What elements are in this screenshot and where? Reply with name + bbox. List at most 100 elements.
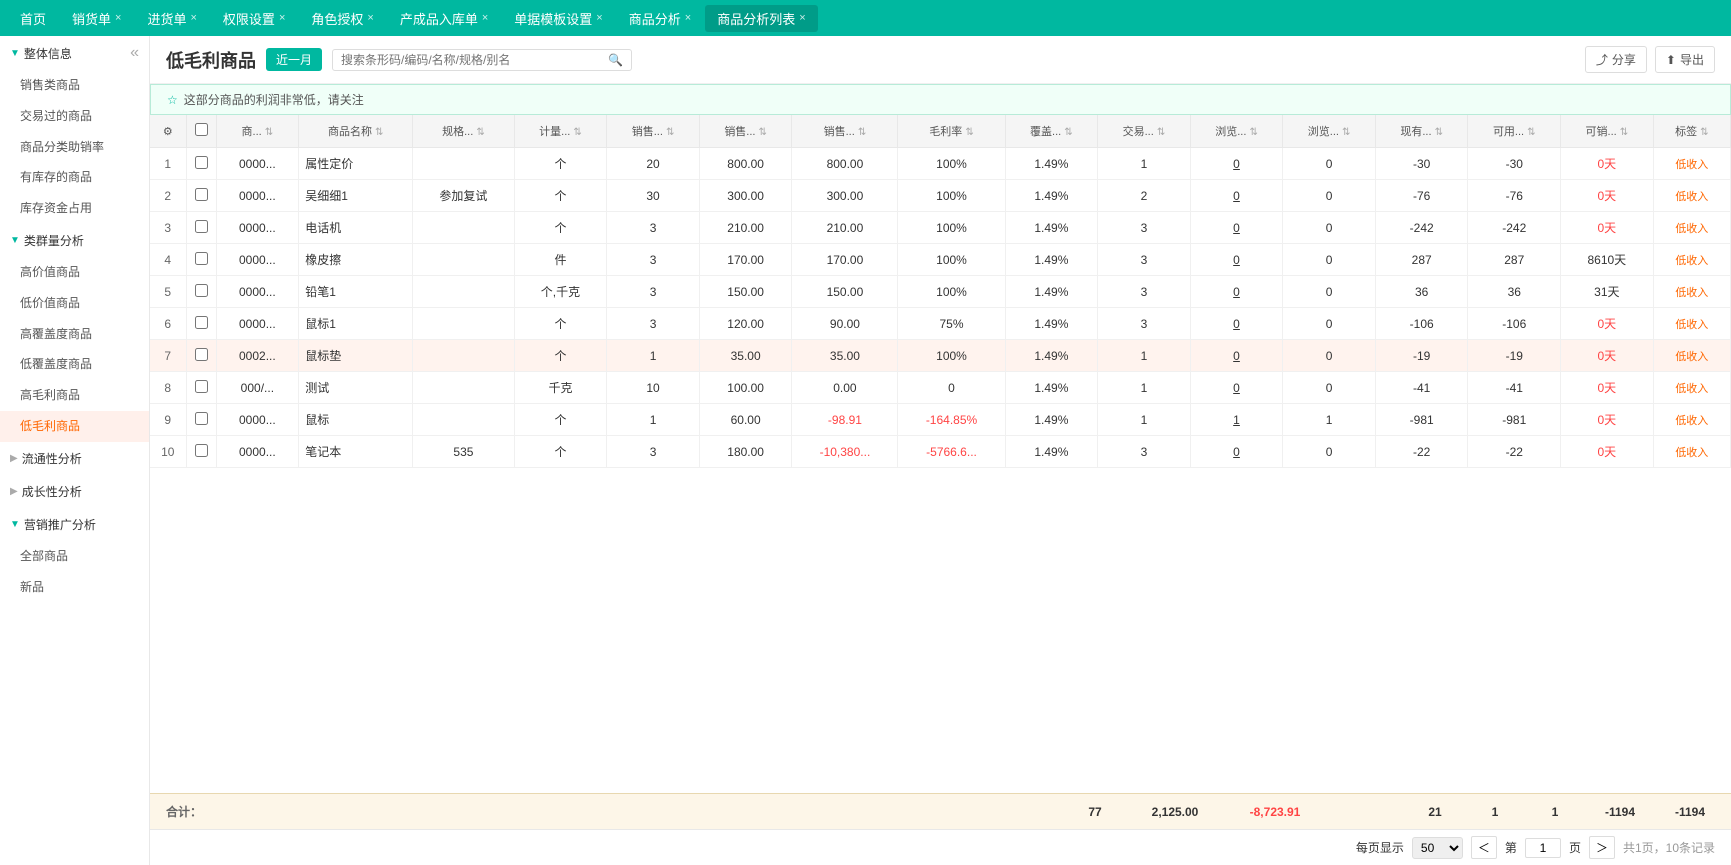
row-name[interactable]: 橡皮擦 xyxy=(299,244,413,276)
row-checkbox[interactable] xyxy=(195,444,208,457)
row-checkbox-cell[interactable] xyxy=(186,212,216,244)
date-filter-button[interactable]: 近一月 xyxy=(266,48,322,71)
nav-close-product-analysis-list[interactable]: × xyxy=(799,12,805,24)
row-browse1[interactable]: 0 xyxy=(1190,244,1283,276)
sidebar-item-category-sales-rate[interactable]: 商品分类助销率 xyxy=(0,132,149,163)
nav-item-product-analysis-list[interactable]: 商品分析列表 × xyxy=(705,5,817,32)
sidebar-item-high-value[interactable]: 高价值商品 xyxy=(0,257,149,288)
search-icon[interactable]: 🔍 xyxy=(608,53,623,67)
col-gross-rate[interactable]: 毛利率 ⇅ xyxy=(898,115,1005,148)
next-page-button[interactable]: ＞ xyxy=(1589,836,1615,859)
row-browse1[interactable]: 0 xyxy=(1190,180,1283,212)
nav-item-roles[interactable]: 角色授权 × xyxy=(299,5,385,32)
row-checkbox[interactable] xyxy=(195,316,208,329)
col-settings[interactable]: ⚙ xyxy=(150,115,186,148)
col-browse1[interactable]: 浏览... ⇅ xyxy=(1190,115,1283,148)
row-name[interactable]: 电话机 xyxy=(299,212,413,244)
row-checkbox-cell[interactable] xyxy=(186,372,216,404)
sidebar-item-all-products[interactable]: 全部商品 xyxy=(0,541,149,572)
col-coverage[interactable]: 覆盖... ⇅ xyxy=(1005,115,1098,148)
col-transaction[interactable]: 交易... ⇅ xyxy=(1098,115,1191,148)
col-browse2[interactable]: 浏览... ⇅ xyxy=(1283,115,1376,148)
sidebar-item-new-products[interactable]: 新品 xyxy=(0,572,149,603)
col-sales-price[interactable]: 销售... ⇅ xyxy=(699,115,792,148)
share-button[interactable]: ⤴ 分享 xyxy=(1585,46,1647,73)
nav-item-template[interactable]: 单据模板设置 × xyxy=(502,5,614,32)
sidebar-item-inventory-capital[interactable]: 库存资金占用 xyxy=(0,193,149,224)
sidebar-item-high-coverage[interactable]: 高覆盖度商品 xyxy=(0,319,149,350)
sidebar-group-header-cluster[interactable]: ▼ 类群量分析 xyxy=(0,224,149,257)
col-sellable[interactable]: 可销... ⇅ xyxy=(1561,115,1654,148)
col-name[interactable]: 商品名称 ⇅ xyxy=(299,115,413,148)
col-current[interactable]: 现有... ⇅ xyxy=(1375,115,1468,148)
row-browse1[interactable]: 0 xyxy=(1190,372,1283,404)
row-name[interactable]: 鼠标1 xyxy=(299,308,413,340)
nav-item-product-entry[interactable]: 产成品入库单 × xyxy=(388,5,500,32)
sidebar-item-high-margin[interactable]: 高毛利商品 xyxy=(0,380,149,411)
sidebar-item-low-value[interactable]: 低价值商品 xyxy=(0,288,149,319)
nav-close-roles[interactable]: × xyxy=(367,12,373,24)
row-checkbox[interactable] xyxy=(195,348,208,361)
col-available[interactable]: 可用... ⇅ xyxy=(1468,115,1561,148)
col-unit[interactable]: 计量... ⇅ xyxy=(514,115,607,148)
sidebar-group-header-liquidity[interactable]: ▶ 流通性分析 xyxy=(0,442,149,475)
col-code[interactable]: 商... ⇅ xyxy=(216,115,299,148)
row-name[interactable]: 吴细细1 xyxy=(299,180,413,212)
nav-close-template[interactable]: × xyxy=(596,12,602,24)
row-browse1[interactable]: 0 xyxy=(1190,276,1283,308)
sidebar-item-inventory-products[interactable]: 有库存的商品 xyxy=(0,162,149,193)
nav-close-purchase[interactable]: × xyxy=(190,12,196,24)
row-name[interactable]: 铅笔1 xyxy=(299,276,413,308)
row-name[interactable]: 笔记本 xyxy=(299,436,413,468)
nav-item-product-analysis[interactable]: 商品分析 × xyxy=(617,5,703,32)
sidebar-group-header-marketing[interactable]: ▼ 营销推广分析 xyxy=(0,508,149,541)
row-checkbox[interactable] xyxy=(195,156,208,169)
row-browse1[interactable]: 0 xyxy=(1190,308,1283,340)
nav-item-purchase[interactable]: 进货单 × xyxy=(135,5,208,32)
row-name[interactable]: 鼠标垫 xyxy=(299,340,413,372)
col-tag[interactable]: 标签 ⇅ xyxy=(1653,115,1730,148)
row-checkbox[interactable] xyxy=(195,284,208,297)
col-sales-qty[interactable]: 销售... ⇅ xyxy=(607,115,700,148)
sidebar-item-sales-products[interactable]: 销售类商品 xyxy=(0,70,149,101)
row-checkbox-cell[interactable] xyxy=(186,404,216,436)
row-name[interactable]: 属性定价 xyxy=(299,148,413,180)
col-spec[interactable]: 规格... ⇅ xyxy=(413,115,515,148)
row-checkbox-cell[interactable] xyxy=(186,180,216,212)
nav-item-home[interactable]: 首页 xyxy=(8,5,58,32)
row-checkbox[interactable] xyxy=(195,220,208,233)
row-checkbox-cell[interactable] xyxy=(186,276,216,308)
page-size-select[interactable]: 50 100 200 xyxy=(1412,837,1463,859)
row-browse1[interactable]: 0 xyxy=(1190,148,1283,180)
col-checkbox[interactable] xyxy=(186,115,216,148)
nav-close-permissions[interactable]: × xyxy=(279,12,285,24)
row-checkbox[interactable] xyxy=(195,380,208,393)
nav-close-product-analysis[interactable]: × xyxy=(685,12,691,24)
nav-close-sales[interactable]: × xyxy=(115,12,121,24)
row-checkbox-cell[interactable] xyxy=(186,340,216,372)
row-browse1[interactable]: 0 xyxy=(1190,212,1283,244)
sidebar-group-header-growth[interactable]: ▶ 成长性分析 xyxy=(0,475,149,508)
nav-close-product-entry[interactable]: × xyxy=(482,12,488,24)
sidebar-item-low-coverage[interactable]: 低覆盖度商品 xyxy=(0,349,149,380)
export-button[interactable]: ⬆ 导出 xyxy=(1655,46,1715,73)
row-browse1[interactable]: 0 xyxy=(1190,340,1283,372)
nav-item-sales[interactable]: 销货单 × xyxy=(60,5,133,32)
row-browse1[interactable]: 0 xyxy=(1190,436,1283,468)
sidebar-item-traded-products[interactable]: 交易过的商品 xyxy=(0,101,149,132)
prev-page-button[interactable]: ＜ xyxy=(1471,836,1497,859)
row-checkbox-cell[interactable] xyxy=(186,308,216,340)
nav-item-permissions[interactable]: 权限设置 × xyxy=(211,5,297,32)
search-input[interactable] xyxy=(341,53,602,67)
row-name[interactable]: 鼠标 xyxy=(299,404,413,436)
select-all-checkbox[interactable] xyxy=(195,123,208,136)
row-checkbox-cell[interactable] xyxy=(186,244,216,276)
sidebar-group-header-overall[interactable]: ▼ 整体信息 « xyxy=(0,36,149,70)
page-number-input[interactable] xyxy=(1525,838,1561,858)
row-checkbox[interactable] xyxy=(195,188,208,201)
row-name[interactable]: 测试 xyxy=(299,372,413,404)
row-checkbox[interactable] xyxy=(195,412,208,425)
row-checkbox[interactable] xyxy=(195,252,208,265)
row-checkbox-cell[interactable] xyxy=(186,436,216,468)
row-checkbox-cell[interactable] xyxy=(186,148,216,180)
